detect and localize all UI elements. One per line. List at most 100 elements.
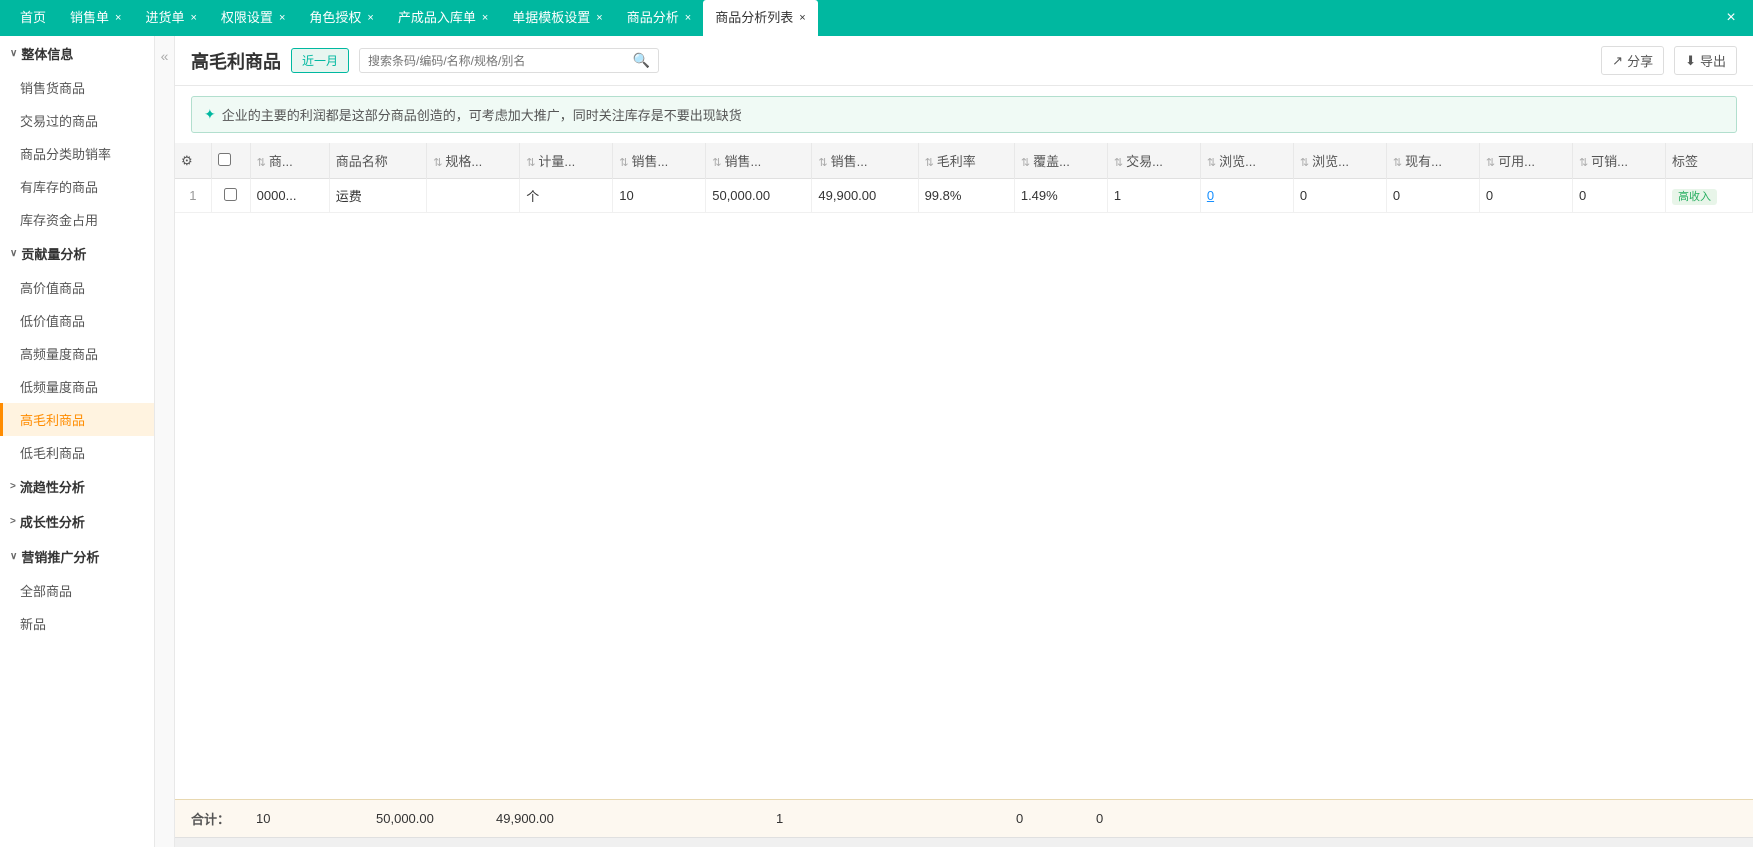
- export-icon: ⬇: [1685, 53, 1696, 69]
- col-header-views2[interactable]: ⇅浏览...: [1293, 143, 1386, 179]
- nav-tab-单据模板设置[interactable]: 单据模板设置×: [500, 0, 614, 36]
- col-header-grossMargin[interactable]: ⇅毛利率: [918, 143, 1014, 179]
- tab-close-商品分析[interactable]: ×: [685, 0, 691, 36]
- col-header-saleQty[interactable]: ⇅销售...: [613, 143, 706, 179]
- nav-tab-商品分析列表[interactable]: 商品分析列表×: [703, 0, 817, 36]
- tab-close-进货单[interactable]: ×: [190, 0, 196, 36]
- sidebar-group-4[interactable]: ∨营销推广分析: [0, 539, 154, 574]
- col-header-coverage[interactable]: ⇅覆盖...: [1014, 143, 1107, 179]
- footer-label: 合计：: [191, 809, 230, 828]
- col-label-grossMargin: 毛利率: [937, 154, 976, 169]
- sort-icon-currentStock: ⇅: [1393, 157, 1402, 169]
- sidebar-item-1-0[interactable]: 高价值商品: [0, 271, 154, 304]
- cell-transaction: 1: [1107, 179, 1200, 213]
- col-header-unit[interactable]: ⇅计量...: [520, 143, 613, 179]
- tab-close-商品分析列表[interactable]: ×: [799, 0, 805, 36]
- cell-spec: [427, 179, 520, 213]
- top-navigation: 首页销售单×进货单×权限设置×角色授权×产成品入库单×单据模板设置×商品分析×商…: [0, 0, 1753, 36]
- col-label-views1: 浏览...: [1219, 154, 1256, 169]
- sidebar-item-1-1[interactable]: 低价值商品: [0, 304, 154, 337]
- cell-grossMargin: 99.8%: [918, 179, 1014, 213]
- col-label-spec: 规格...: [445, 154, 482, 169]
- export-button[interactable]: ⬇ 导出: [1674, 46, 1737, 75]
- col-header-views1[interactable]: ⇅浏览...: [1200, 143, 1293, 179]
- nav-tab-商品分析[interactable]: 商品分析×: [615, 0, 703, 36]
- sidebar-group-3[interactable]: > 成长性分析: [0, 504, 154, 539]
- col-header-tag[interactable]: 标签: [1665, 143, 1752, 179]
- sidebar-item-0-2[interactable]: 商品分类助销率: [0, 137, 154, 170]
- group-arrow-icon-3: >: [10, 516, 16, 527]
- col-header-saleAmount[interactable]: ⇅销售...: [706, 143, 812, 179]
- tab-close-单据模板设置[interactable]: ×: [596, 0, 602, 36]
- collapse-icon: «: [161, 48, 169, 64]
- tab-close-权限设置[interactable]: ×: [279, 0, 285, 36]
- nav-tab-进货单[interactable]: 进货单×: [133, 0, 208, 36]
- sidebar-item-1-4[interactable]: 高毛利商品: [0, 403, 154, 436]
- cell-availStock: 0: [1479, 179, 1572, 213]
- window-close-button[interactable]: ×: [1717, 4, 1745, 32]
- sidebar-item-0-0[interactable]: 销售货商品: [0, 71, 154, 104]
- sidebar-group-0[interactable]: ∨整体信息: [0, 36, 154, 71]
- sidebar-item-0-1[interactable]: 交易过的商品: [0, 104, 154, 137]
- time-filter-button[interactable]: 近一月: [291, 48, 349, 73]
- col-header-checkbox[interactable]: [211, 143, 250, 179]
- share-button[interactable]: ↗ 分享: [1601, 46, 1664, 75]
- nav-tab-销售单[interactable]: 销售单×: [58, 0, 133, 36]
- search-input[interactable]: [368, 54, 633, 68]
- search-icon[interactable]: 🔍: [633, 52, 650, 69]
- sidebar-toggle-button[interactable]: «: [155, 36, 175, 847]
- sidebar-group-label-0: 整体信息: [21, 44, 73, 63]
- sidebar-item-4-1[interactable]: 新品: [0, 607, 154, 640]
- footer-empty1: [610, 811, 690, 826]
- page-title: 高毛利商品: [191, 48, 281, 74]
- sidebar-group-label-3: 成长性分析: [20, 512, 85, 531]
- sidebar-wrapper: ∨整体信息销售货商品交易过的商品商品分类助销率有库存的商品库存资金占用∨贡献量分…: [0, 36, 175, 847]
- tab-close-销售单[interactable]: ×: [115, 0, 121, 36]
- tab-close-产成品入库单[interactable]: ×: [482, 0, 488, 36]
- sidebar-item-1-5[interactable]: 低毛利商品: [0, 436, 154, 469]
- col-header-availStock[interactable]: ⇅可用...: [1479, 143, 1572, 179]
- row-checkbox[interactable]: [224, 188, 237, 201]
- group-arrow-icon-2: >: [10, 481, 16, 492]
- nav-tab-角色授权[interactable]: 角色授权×: [297, 0, 385, 36]
- cell-code: 0000...: [250, 179, 329, 213]
- cell-name: 运费: [329, 179, 426, 213]
- sidebar-group-1[interactable]: ∨贡献量分析: [0, 236, 154, 271]
- sidebar-group-label-1: 贡献量分析: [21, 244, 86, 263]
- col-label-views2: 浏览...: [1312, 154, 1349, 169]
- cell-currentStock: 0: [1386, 179, 1479, 213]
- horizontal-scrollbar[interactable]: [175, 837, 1753, 847]
- sidebar-item-1-3[interactable]: 低频量度商品: [0, 370, 154, 403]
- col-header-code[interactable]: ⇅商...: [250, 143, 329, 179]
- cell-saleableStock: 0: [1572, 179, 1665, 213]
- col-header-currentStock[interactable]: ⇅现有...: [1386, 143, 1479, 179]
- col-header-settings[interactable]: ⚙: [175, 143, 211, 179]
- sidebar-group-2[interactable]: >流趋性分析: [0, 469, 154, 504]
- footer-empty3: [850, 811, 930, 826]
- sidebar-item-1-2[interactable]: 高频量度商品: [0, 337, 154, 370]
- sidebar-item-0-3[interactable]: 有库存的商品: [0, 170, 154, 203]
- sort-icon-views1: ⇅: [1207, 157, 1216, 169]
- footer-empty4: [930, 811, 1010, 826]
- col-label-currentStock: 现有...: [1405, 154, 1442, 169]
- nav-tab-产成品入库单[interactable]: 产成品入库单×: [386, 0, 500, 36]
- sidebar-item-0-4[interactable]: 库存资金占用: [0, 203, 154, 236]
- col-label-transaction: 交易...: [1126, 154, 1163, 169]
- nav-tab-权限设置[interactable]: 权限设置×: [209, 0, 297, 36]
- sidebar-item-4-0[interactable]: 全部商品: [0, 574, 154, 607]
- data-table-container: ⚙⇅商...商品名称⇅规格...⇅计量...⇅销售...⇅销售...⇅销售...…: [175, 143, 1753, 799]
- col-header-name[interactable]: 商品名称: [329, 143, 426, 179]
- sort-icon-saleableStock: ⇅: [1579, 157, 1588, 169]
- nav-tab-首页[interactable]: 首页: [8, 0, 58, 36]
- cell-coverage: 1.49%: [1014, 179, 1107, 213]
- col-header-spec[interactable]: ⇅规格...: [427, 143, 520, 179]
- cell-saleProfit: 49,900.00: [812, 179, 918, 213]
- col-header-saleableStock[interactable]: ⇅可销...: [1572, 143, 1665, 179]
- tab-close-角色授权[interactable]: ×: [367, 0, 373, 36]
- col-header-saleProfit[interactable]: ⇅销售...: [812, 143, 918, 179]
- main-layout: ∨整体信息销售货商品交易过的商品商品分类助销率有库存的商品库存资金占用∨贡献量分…: [0, 36, 1753, 847]
- sort-icon-unit: ⇅: [526, 157, 535, 169]
- select-all-checkbox[interactable]: [218, 153, 231, 166]
- cell-views1[interactable]: 0: [1200, 179, 1293, 213]
- col-header-transaction[interactable]: ⇅交易...: [1107, 143, 1200, 179]
